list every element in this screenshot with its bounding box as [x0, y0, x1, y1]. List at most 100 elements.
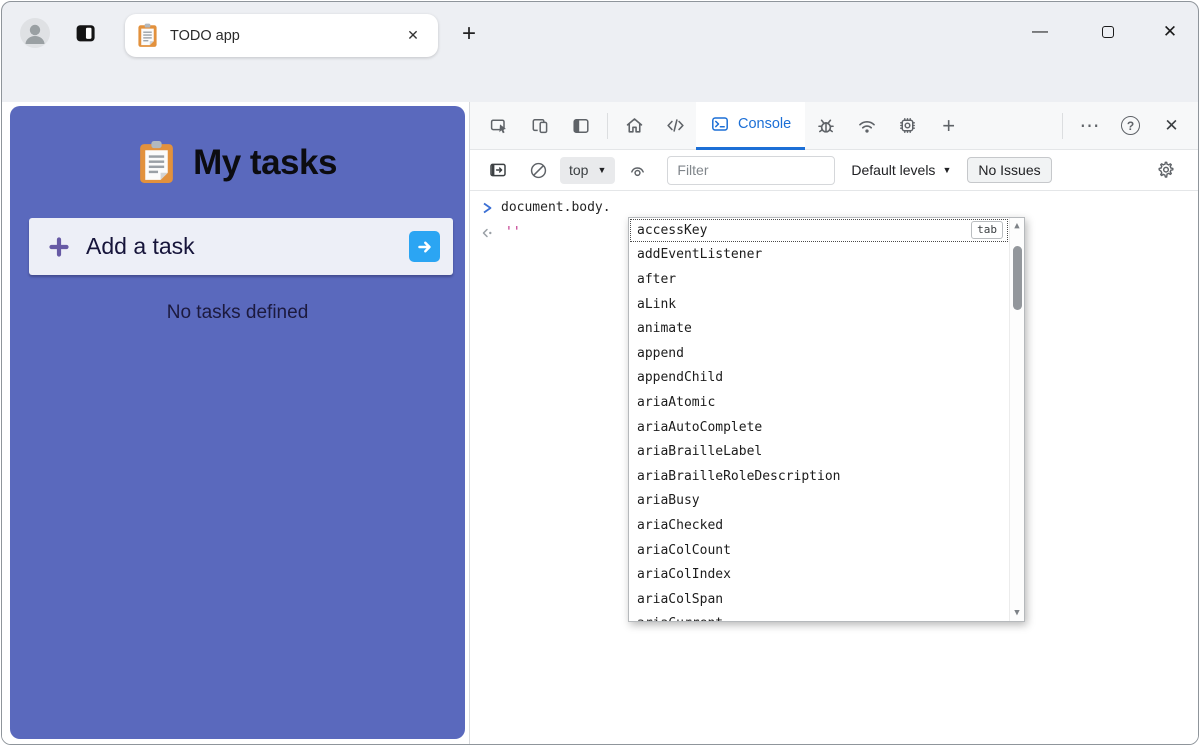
- scrollbar-thumb[interactable]: [1013, 246, 1022, 310]
- autocomplete-item[interactable]: append: [629, 341, 1009, 366]
- wifi-icon: [858, 120, 875, 133]
- divider: [607, 112, 608, 139]
- console-input-text: document.body.: [501, 200, 611, 215]
- divider: [1062, 112, 1063, 139]
- devtools-help-button[interactable]: ?: [1110, 102, 1151, 149]
- new-tab-button[interactable]: +: [452, 17, 486, 51]
- cpu-chip-icon: [900, 118, 916, 133]
- autocomplete-item[interactable]: ariaColIndex: [629, 562, 1009, 587]
- autocomplete-item[interactable]: ariaCurrent: [629, 612, 1009, 621]
- home-icon: [626, 118, 643, 133]
- browser-window: TODO app ✕ + — ✕ https://microsof: [1, 1, 1199, 745]
- clipboard-favicon: [138, 23, 157, 47]
- caret-down-icon: ▼: [942, 165, 952, 175]
- page-viewport: My tasks Add a task No tasks defined: [2, 102, 469, 744]
- profile-avatar[interactable]: [20, 18, 50, 48]
- activity-bar-layout-button[interactable]: [560, 102, 601, 149]
- clear-icon: [530, 162, 546, 178]
- todo-header: My tasks: [10, 106, 465, 185]
- maximize-icon: [1102, 26, 1114, 38]
- eye-icon: [630, 166, 644, 176]
- navigation-bar: https://microsoftedge.github.io/Demos/de…: [2, 62, 1198, 160]
- autocomplete-item[interactable]: ariaBrailleLabel: [629, 439, 1009, 464]
- autocomplete-item[interactable]: ariaBrailleRoleDescription: [629, 464, 1009, 489]
- browser-tab[interactable]: TODO app ✕: [125, 14, 438, 57]
- autocomplete-item[interactable]: ariaColSpan: [629, 587, 1009, 612]
- console-icon: [712, 117, 728, 131]
- device-emulation-button[interactable]: [519, 102, 560, 149]
- autocomplete-item-selected[interactable]: accessKey tab: [629, 218, 1009, 243]
- autocomplete-item[interactable]: addEventListener: [629, 243, 1009, 268]
- autocomplete-item[interactable]: ariaAtomic: [629, 390, 1009, 415]
- tab-console-label: Console: [738, 116, 792, 132]
- result-arrow-icon: [482, 228, 492, 237]
- tab-elements[interactable]: [655, 102, 696, 149]
- devtools-panel: Console + ⋯ ? ✕ top ▼ Filter Default lev…: [469, 102, 1198, 744]
- tab-key-hint: tab: [971, 221, 1003, 239]
- code-icon: [667, 119, 684, 132]
- add-task-input[interactable]: Add a task: [29, 218, 453, 275]
- device-emulation-icon: [532, 118, 547, 133]
- tab-performance[interactable]: [887, 102, 928, 149]
- tab-welcome[interactable]: [614, 102, 655, 149]
- more-tools-button[interactable]: +: [928, 102, 969, 149]
- window-close-button[interactable]: ✕: [1150, 16, 1190, 48]
- context-label: top: [569, 162, 589, 178]
- empty-state-text: No tasks defined: [166, 302, 309, 323]
- tab-title: TODO app: [170, 27, 240, 44]
- title-bar: TODO app ✕ + — ✕: [2, 2, 1198, 62]
- gear-icon: [1158, 161, 1174, 178]
- tab-debugger[interactable]: [805, 102, 846, 149]
- add-task-label: Add a task: [86, 233, 195, 259]
- console-content[interactable]: document.body. '' accessKey tab addEvent: [470, 191, 1198, 622]
- scroll-up-icon[interactable]: ▲: [1010, 221, 1024, 231]
- prompt-chevron-icon: [483, 202, 492, 213]
- window-minimize-button[interactable]: —: [1020, 16, 1060, 48]
- clear-console-button[interactable]: [518, 150, 558, 190]
- inspect-element-button[interactable]: [478, 102, 519, 149]
- person-icon: [25, 24, 45, 44]
- sidebar-toggle-icon: [490, 163, 506, 177]
- window-maximize-button[interactable]: [1088, 16, 1128, 48]
- autocomplete-item[interactable]: appendChild: [629, 366, 1009, 391]
- console-sidebar-toggle[interactable]: [478, 150, 518, 190]
- autocomplete-item[interactable]: ariaChecked: [629, 513, 1009, 538]
- scroll-down-icon[interactable]: ▼: [1010, 608, 1024, 618]
- app-title: My tasks: [193, 142, 337, 182]
- autocomplete-label: accessKey: [637, 222, 708, 238]
- console-prompt-row[interactable]: document.body.: [470, 191, 1198, 215]
- levels-label: Default levels: [851, 162, 936, 178]
- autocomplete-dropdown: accessKey tab addEventListener after aLi…: [628, 217, 1025, 622]
- inspect-icon: [490, 118, 506, 133]
- bug-icon: [817, 119, 834, 133]
- help-icon: ?: [1121, 116, 1140, 135]
- autocomplete-item[interactable]: animate: [629, 316, 1009, 341]
- content-area: My tasks Add a task No tasks defined Con…: [2, 102, 1198, 744]
- tab-console[interactable]: Console: [696, 102, 806, 150]
- devtools-menu-button[interactable]: ⋯: [1069, 102, 1110, 149]
- devtools-tab-bar: Console + ⋯ ? ✕: [470, 102, 1198, 150]
- live-expression-button[interactable]: [617, 150, 657, 190]
- tab-actions-icon[interactable]: [72, 20, 98, 46]
- autocomplete-item[interactable]: ariaColCount: [629, 538, 1009, 563]
- log-levels-selector[interactable]: Default levels ▼: [851, 162, 951, 178]
- arrow-right-icon: [417, 241, 431, 252]
- caret-down-icon: ▼: [597, 165, 607, 175]
- autocomplete-item[interactable]: ariaBusy: [629, 489, 1009, 514]
- autocomplete-item[interactable]: aLink: [629, 292, 1009, 317]
- clipboard-icon: [140, 141, 173, 183]
- issues-counter-button[interactable]: No Issues: [967, 157, 1052, 183]
- execution-context-selector[interactable]: top ▼: [560, 156, 616, 184]
- console-settings-button[interactable]: [1146, 150, 1186, 190]
- tab-network[interactable]: [846, 102, 887, 149]
- filter-input[interactable]: [667, 155, 836, 185]
- submit-task-button[interactable]: [409, 231, 440, 262]
- autocomplete-item[interactable]: ariaAutoComplete: [629, 415, 1009, 440]
- devtools-close-button[interactable]: ✕: [1151, 102, 1192, 149]
- todo-app-panel: My tasks Add a task No tasks defined: [10, 106, 465, 739]
- tab-close-icon[interactable]: ✕: [400, 23, 426, 49]
- panel-layout-icon: [572, 118, 589, 133]
- autocomplete-scrollbar[interactable]: ▲ ▼: [1009, 218, 1024, 621]
- autocomplete-item[interactable]: after: [629, 267, 1009, 292]
- eager-eval-preview: '': [505, 225, 521, 240]
